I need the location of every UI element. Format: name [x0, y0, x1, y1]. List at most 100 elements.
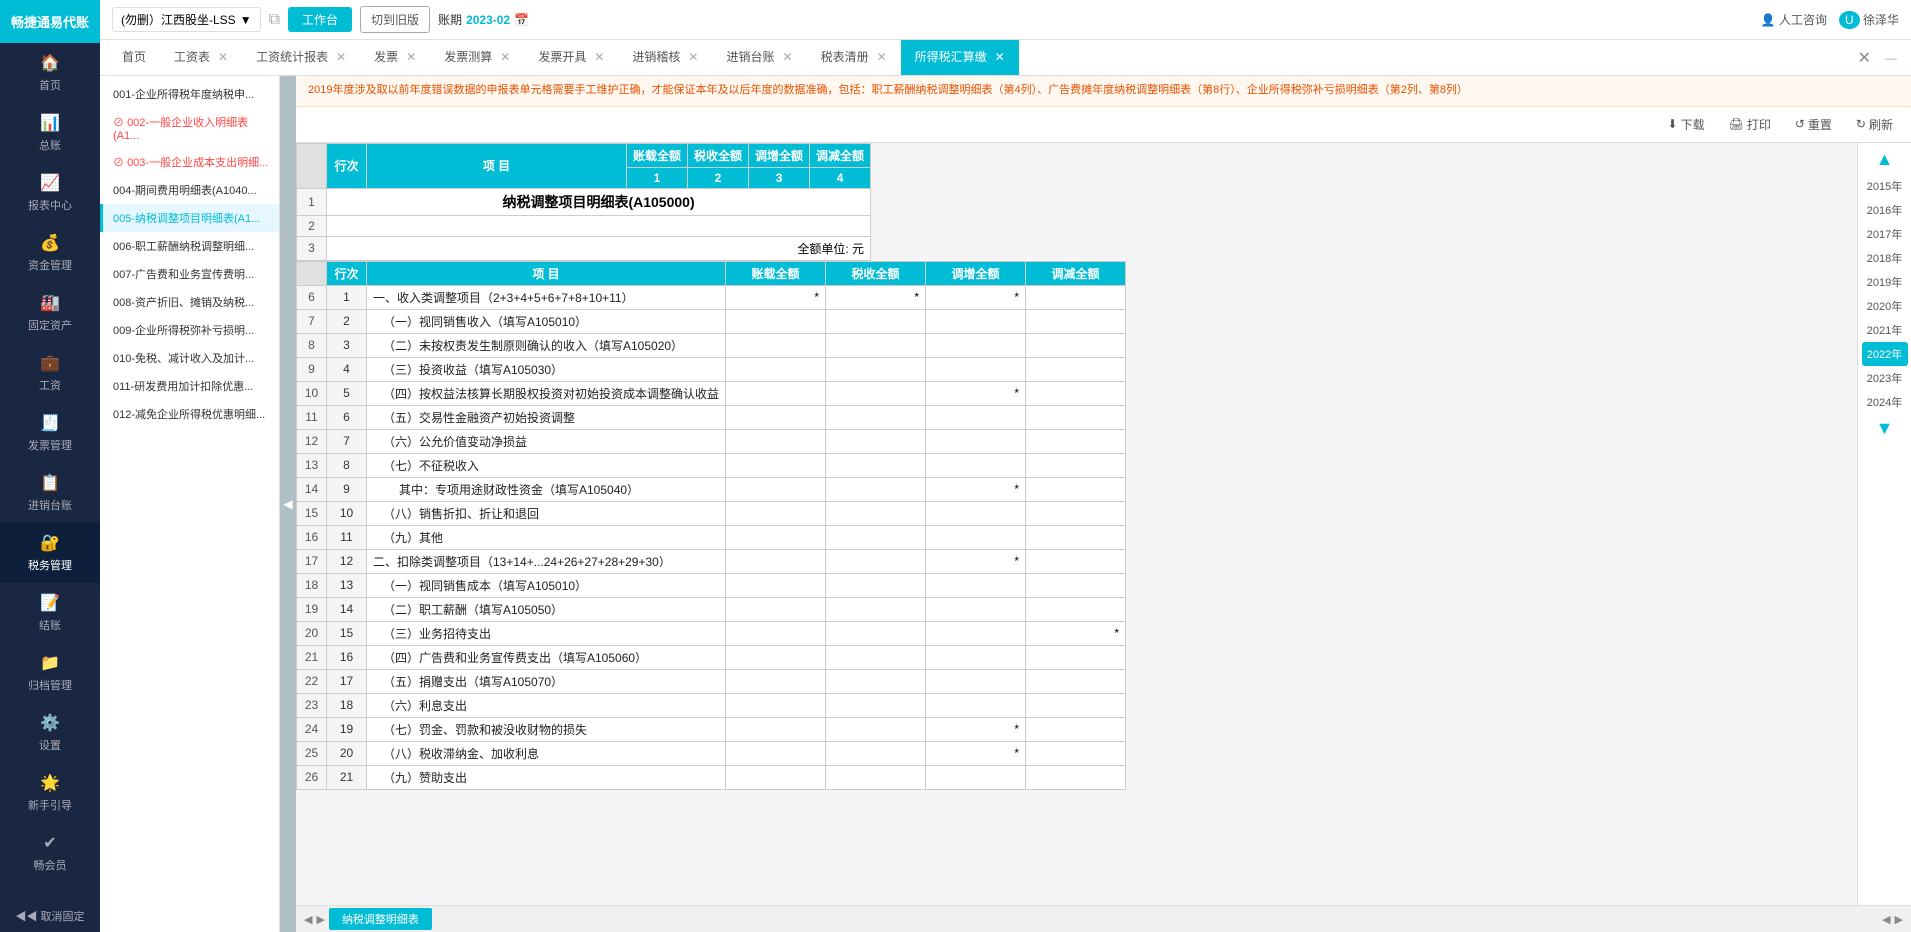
year-button[interactable]: 2022年: [1862, 342, 1908, 366]
sidebar-item-newbie[interactable]: 🌟 新手引导: [0, 763, 100, 823]
tab-invoice[interactable]: 发票 ✕: [360, 40, 430, 75]
sidebar-item-label: 固定资产: [28, 317, 72, 333]
sheet-main[interactable]: 行次 项 目 账载全额 税收全额 调增全额 调减全额 1 2: [296, 143, 1857, 905]
tab-close-icon[interactable]: ✕: [995, 50, 1005, 64]
sidebar-item-input-tax[interactable]: 📋 进销台账: [0, 463, 100, 523]
left-panel-item-005[interactable]: 005-纳税调整项目明细表(A1...: [100, 204, 279, 232]
tab-invoice-open[interactable]: 发票开具 ✕: [524, 40, 618, 75]
company-selector[interactable]: (勿删）江西股坐-LSS ▼: [112, 7, 261, 32]
left-panel-item-012[interactable]: 012-减免企业所得税优惠明细...: [100, 400, 279, 428]
col-v3-label: 调增全额: [749, 143, 810, 167]
reset-button[interactable]: ↺ 重置: [1789, 113, 1838, 136]
sidebar-item-settle[interactable]: 📝 结账: [0, 583, 100, 643]
left-panel-item-010[interactable]: 010-免税、减计收入及加计...: [100, 344, 279, 372]
tab-close-icon[interactable]: ✕: [594, 50, 604, 64]
support-link[interactable]: 👤 人工咨询: [1761, 11, 1827, 28]
scroll-arrows: ◀ ▶: [1882, 913, 1903, 926]
workbench-button[interactable]: 工作台: [288, 7, 352, 32]
print-icon: 🖨: [1729, 117, 1744, 131]
tab-close-icon[interactable]: ✕: [877, 50, 887, 64]
scroll-left-icon[interactable]: ◀: [1882, 913, 1890, 926]
left-panel-item-007[interactable]: 007-广告费和业务宣传费明...: [100, 260, 279, 288]
sidebar-item-salary[interactable]: 💼 工资: [0, 343, 100, 403]
newbie-icon: 🌟: [40, 773, 60, 793]
copy-icon[interactable]: ⧉: [269, 11, 280, 29]
bottom-tab-adjust[interactable]: 纳税调整明细表: [329, 908, 432, 930]
sidebar-item-vip[interactable]: ✔ 畅会员: [0, 823, 100, 883]
reset-icon: ↺: [1795, 117, 1805, 131]
finance-icon: 💰: [40, 233, 60, 253]
sidebar-item-settings[interactable]: ⚙️ 设置: [0, 703, 100, 763]
left-panel-item-006[interactable]: 006-职工薪酬纳税调整明细...: [100, 232, 279, 260]
sidebar-item-label: 报表中心: [28, 197, 72, 213]
panel-collapse-button[interactable]: ◀: [280, 76, 296, 932]
tab-close-icon[interactable]: ✕: [218, 50, 228, 64]
user-info[interactable]: U 徐泽华: [1839, 11, 1899, 28]
sidebar-item-fixed[interactable]: 🏭 固定资产: [0, 283, 100, 343]
sheet-table-wrapper: 行次 项 目 账载全额 税收全额 调增全额 调减全额 1 2: [296, 143, 1857, 790]
minimize-button[interactable]: —: [1879, 47, 1903, 69]
year-button[interactable]: 2015年: [1862, 174, 1908, 198]
topbar-right: 👤 人工咨询 U 徐泽华: [1761, 11, 1899, 28]
col-hang: 行次: [327, 143, 367, 188]
col-v3-sub: 3: [749, 167, 810, 188]
sidebar-item-label: 资金管理: [28, 257, 72, 273]
sidebar-item-invoice[interactable]: 🧾 发票管理: [0, 403, 100, 463]
year-button[interactable]: 2023年: [1862, 366, 1908, 390]
left-panel-item-001[interactable]: 001-企业所得税年度纳税申...: [100, 80, 279, 108]
tab-input-tax-check[interactable]: 进销稽核 ✕: [618, 40, 712, 75]
unpin-button[interactable]: ◀◀ 取消固定: [0, 900, 100, 932]
year-button[interactable]: 2020年: [1862, 294, 1908, 318]
sheet-nav-left[interactable]: ◀: [304, 913, 312, 926]
year-button[interactable]: 2018年: [1862, 246, 1908, 270]
tab-close-icon[interactable]: ✕: [688, 50, 698, 64]
download-button[interactable]: ⬇ 下载: [1662, 113, 1711, 136]
tab-salary-report[interactable]: 工资统计报表 ✕: [242, 40, 360, 75]
left-panel-item-011[interactable]: 011-研发费用加计扣除优惠...: [100, 372, 279, 400]
tab-close-icon[interactable]: ✕: [336, 50, 346, 64]
table-row: 20 15 （三）业务招待支出 *: [297, 621, 1126, 645]
year-button[interactable]: 2016年: [1862, 198, 1908, 222]
sidebar-item-ledger[interactable]: 📊 总账: [0, 103, 100, 163]
year-button[interactable]: 2021年: [1862, 318, 1908, 342]
close-all-tabs-button[interactable]: ✕: [1850, 44, 1879, 72]
year-button[interactable]: 2019年: [1862, 270, 1908, 294]
year-nav-up[interactable]: ▲: [1874, 147, 1896, 172]
year-nav-down[interactable]: ▼: [1874, 416, 1896, 441]
tab-income-tax[interactable]: 所得税汇算缴 ✕: [901, 40, 1019, 75]
tab-tax-list[interactable]: 税表清册 ✕: [807, 40, 901, 75]
sidebar-item-home[interactable]: 🏠 首页: [0, 43, 100, 103]
sidebar-item-report[interactable]: 📈 报表中心: [0, 163, 100, 223]
left-panel-item-003[interactable]: ⊘ 003-一般企业成本支出明细...: [100, 148, 279, 176]
archive-icon: 📁: [40, 653, 60, 673]
switch-old-button[interactable]: 切到旧版: [360, 6, 430, 33]
left-panel-item-004[interactable]: 004-期间费用明细表(A1040...: [100, 176, 279, 204]
col-v2-label: 税收全额: [688, 143, 749, 167]
settle-icon: 📝: [40, 593, 60, 613]
tab-home[interactable]: 首页: [108, 40, 160, 75]
tax-icon: 🔐: [40, 533, 60, 553]
scroll-right-icon[interactable]: ▶: [1895, 913, 1903, 926]
sidebar-item-finance[interactable]: 💰 资金管理: [0, 223, 100, 283]
refresh-button[interactable]: ↻ 刷新: [1850, 113, 1899, 136]
sidebar-item-tax[interactable]: 🔐 税务管理: [0, 523, 100, 583]
print-button[interactable]: 🖨 打印: [1723, 113, 1777, 136]
sidebar-logo[interactable]: 畅捷通易代账: [0, 0, 100, 43]
calendar-icon[interactable]: 📅: [514, 13, 529, 27]
col-rownum: [297, 143, 327, 188]
left-panel-item-002[interactable]: ⊘ 002-一般企业收入明细表(A1...: [100, 108, 279, 148]
left-panel-item-008[interactable]: 008-资产折旧、摊销及纳税...: [100, 288, 279, 316]
tab-close-icon[interactable]: ✕: [783, 50, 793, 64]
tab-salary[interactable]: 工资表 ✕: [160, 40, 242, 75]
sheet-nav-right[interactable]: ▶: [316, 913, 324, 926]
year-button[interactable]: 2017年: [1862, 222, 1908, 246]
tab-close-icon[interactable]: ✕: [500, 50, 510, 64]
download-icon: ⬇: [1668, 117, 1678, 131]
tab-invoice-calc[interactable]: 发票测算 ✕: [430, 40, 524, 75]
tab-close-icon[interactable]: ✕: [406, 50, 416, 64]
year-button[interactable]: 2024年: [1862, 390, 1908, 414]
sidebar-item-archive[interactable]: 📁 归档管理: [0, 643, 100, 703]
tab-label: 发票测算: [444, 48, 492, 65]
tab-input-tax-ledger[interactable]: 进销台账 ✕: [712, 40, 806, 75]
left-panel-item-009[interactable]: 009-企业所得税弥补亏损明...: [100, 316, 279, 344]
